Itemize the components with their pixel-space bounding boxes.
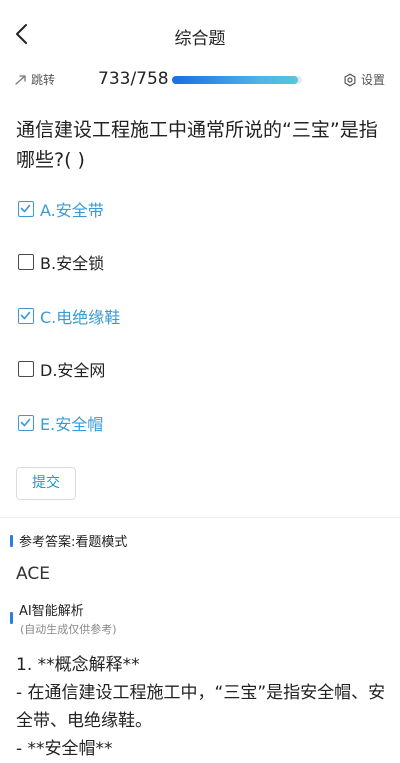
jump-label: 跳转 <box>31 73 56 87</box>
option-a[interactable]: A.安全带 <box>18 196 104 222</box>
checkmark-icon <box>20 204 31 213</box>
question-text: 通信建设工程施工中通常所说的“三宝”是指哪些?( ) <box>16 119 378 171</box>
jump-button[interactable]: 跳转 <box>14 71 55 88</box>
checkbox-icon <box>18 415 34 431</box>
analysis-line: 1. **概念解释** <box>16 655 140 675</box>
settings-button[interactable]: 设置 <box>343 71 385 88</box>
section-divider <box>0 517 400 518</box>
checkmark-icon <box>20 311 31 320</box>
gear-icon <box>344 73 356 86</box>
progress-counter: 733/758 <box>98 69 169 89</box>
option-b[interactable]: B.安全锁 <box>18 249 104 275</box>
option-d[interactable]: D.安全网 <box>18 356 105 382</box>
analysis-line: - 在通信建设工程施工中，“三宝”是指安全帽、安全带、电绝缘鞋。 <box>16 683 386 731</box>
progress-bar-fill <box>172 76 298 84</box>
option-label: E.安全帽 <box>40 415 104 434</box>
answer-heading: 参考答案:看题模式 <box>10 531 127 550</box>
answer-heading-label: 参考答案:看题模式 <box>19 535 128 550</box>
option-e[interactable]: E.安全帽 <box>18 410 103 436</box>
submit-button[interactable]: 提交 <box>16 467 76 500</box>
checkbox-icon <box>18 201 34 217</box>
option-c[interactable]: C.电绝缘鞋 <box>18 303 120 329</box>
analysis-line: - **安全帽** <box>16 739 113 759</box>
checkbox-icon <box>18 308 34 324</box>
jump-arrow-icon <box>15 74 26 85</box>
header-bar: 综合题 <box>0 0 400 68</box>
settings-label: 设置 <box>361 73 386 87</box>
ai-title: AI智能解析 <box>19 604 84 619</box>
checkmark-icon <box>20 418 31 427</box>
progress-bar <box>172 76 302 84</box>
accent-bar <box>10 534 13 547</box>
answer-value: ACE <box>16 564 50 584</box>
page-title: 综合题 <box>174 29 226 49</box>
ai-subtitle: (自动生成仅供参考) <box>20 623 117 636</box>
ai-analysis-content: 1. **概念解释** - 在通信建设工程施工中，“三宝”是指安全帽、安全带、电… <box>16 651 388 763</box>
option-label: A.安全带 <box>40 201 104 220</box>
checkbox-icon <box>18 361 34 377</box>
checkbox-icon <box>18 254 34 270</box>
option-label: D.安全网 <box>40 361 106 380</box>
accent-bar <box>10 612 13 624</box>
toolbar: 跳转 733/758 设置 <box>0 68 400 94</box>
option-label: C.电绝缘鞋 <box>40 308 121 327</box>
option-label: B.安全锁 <box>40 254 105 273</box>
